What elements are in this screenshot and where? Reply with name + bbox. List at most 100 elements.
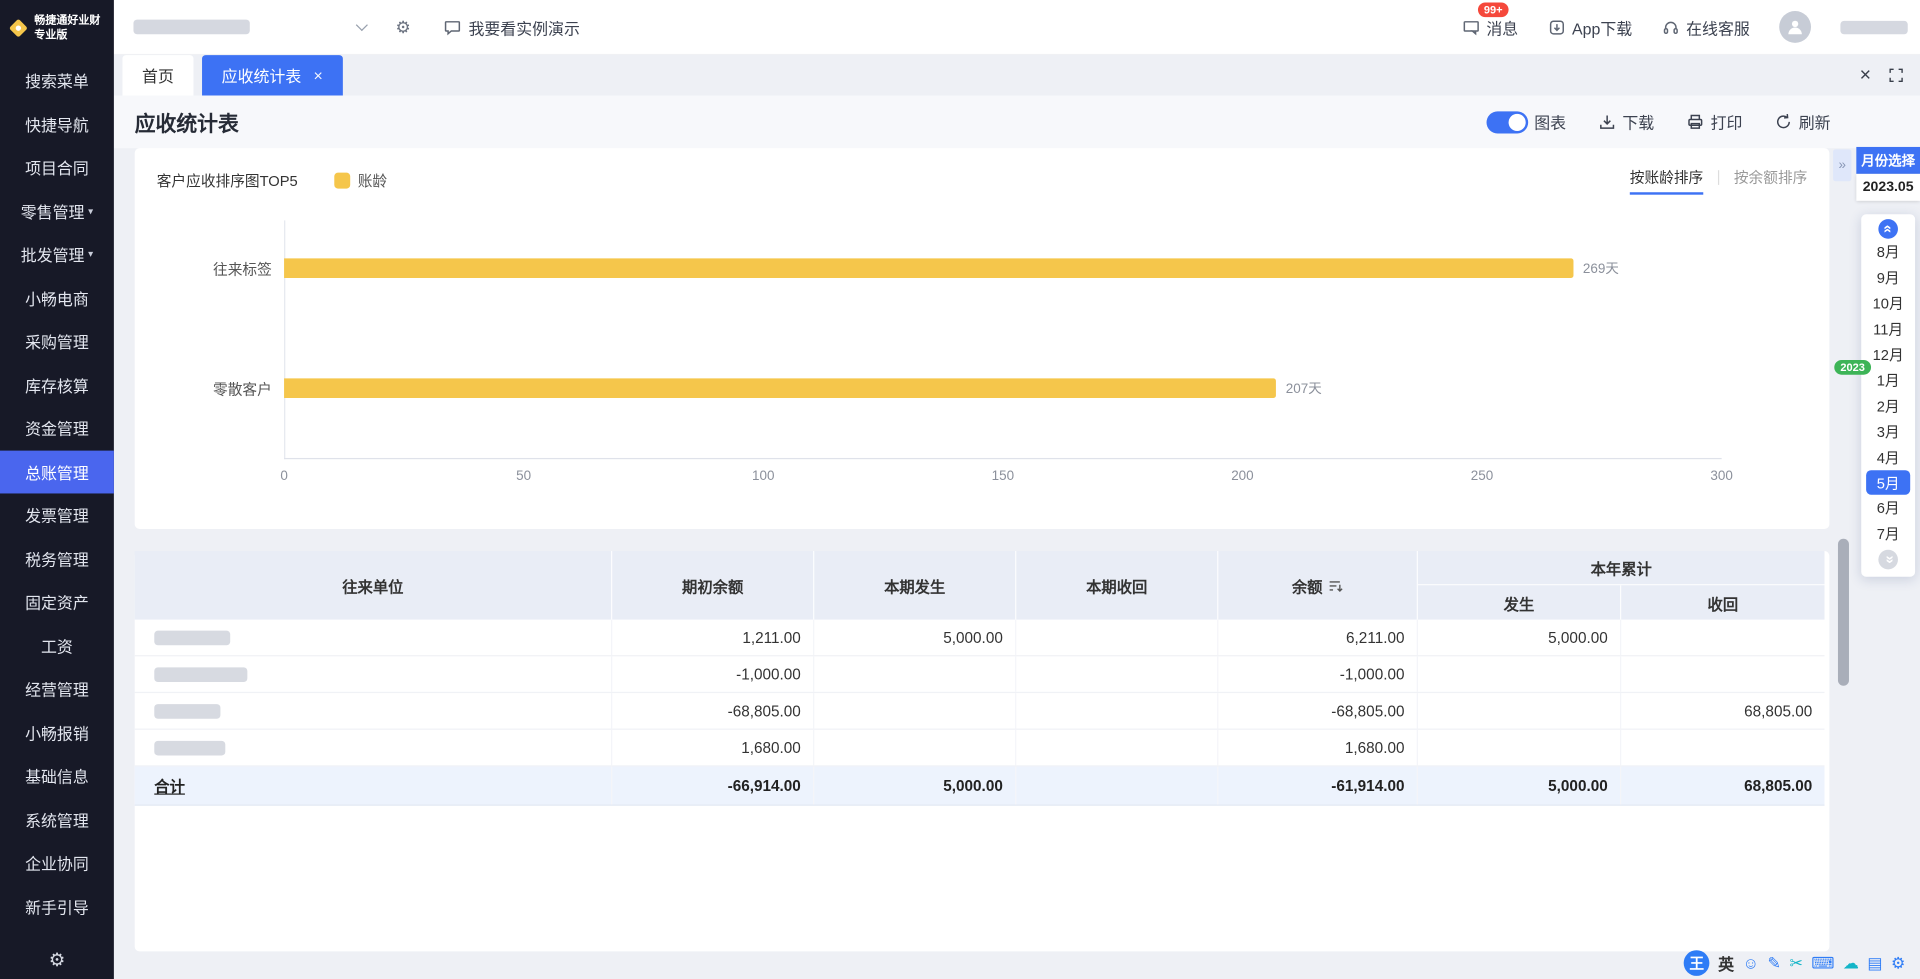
sidebar-item-wholesale-mgmt[interactable]: 批发管理▾ bbox=[0, 233, 114, 276]
sidebar-nav: 搜索菜单 快捷导航 项目合同 零售管理▾ 批发管理▾ 小畅电商 采购管理 库存核… bbox=[0, 59, 114, 928]
sidebar-item-retail-mgmt[interactable]: 零售管理▾ bbox=[0, 189, 114, 232]
current-period: 2023.05 bbox=[1856, 174, 1920, 201]
month-item-feb[interactable]: 2月 bbox=[1861, 393, 1915, 419]
bar-category-label: 往来标签 bbox=[213, 258, 272, 279]
cloud-icon[interactable]: ☁ bbox=[1843, 953, 1859, 973]
redacted-customer-name bbox=[154, 740, 225, 755]
month-selector-title[interactable]: 月份选择 bbox=[1856, 147, 1920, 174]
settings-icon[interactable]: ⚙ bbox=[1891, 953, 1905, 973]
demo-link-label: 我要看实例演示 bbox=[468, 15, 579, 38]
panel-collapse-button[interactable]: » bbox=[1833, 149, 1851, 181]
chart-bar[interactable] bbox=[284, 378, 1276, 398]
user-avatar[interactable] bbox=[1779, 11, 1811, 43]
sidebar-item-expense[interactable]: 小畅报销 bbox=[0, 711, 114, 754]
demo-link[interactable]: 我要看实例演示 bbox=[443, 15, 580, 38]
handwriting-icon[interactable]: ✎ bbox=[1768, 953, 1781, 973]
tab-home[interactable]: 首页 bbox=[122, 55, 193, 95]
tab-tools: × bbox=[1860, 55, 1920, 95]
sidebar-item-funds-mgmt[interactable]: 资金管理 bbox=[0, 407, 114, 450]
refresh-button[interactable]: 刷新 bbox=[1774, 110, 1830, 133]
scroll-up-button[interactable]: « bbox=[1878, 219, 1898, 239]
keyboard-icon[interactable]: ⌨ bbox=[1811, 953, 1834, 973]
sidebar-item-system-mgmt[interactable]: 系统管理 bbox=[0, 798, 114, 841]
month-item-jun[interactable]: 6月 bbox=[1861, 495, 1915, 521]
month-item-may-active[interactable]: 5月 bbox=[1866, 470, 1910, 494]
sidebar-item-label: 税务管理 bbox=[25, 547, 89, 570]
sidebar-item-enterprise-collab[interactable]: 企业协同 bbox=[0, 841, 114, 884]
chart-toggle-switch[interactable] bbox=[1486, 111, 1528, 133]
close-tabs-icon[interactable]: × bbox=[1860, 64, 1871, 86]
online-service-button[interactable]: 在线客服 bbox=[1662, 15, 1750, 38]
chart-title: 客户应收排序图TOP5 bbox=[157, 170, 298, 191]
sidebar-item-label: 搜索菜单 bbox=[25, 69, 89, 92]
bar-value-label: 207天 bbox=[1286, 378, 1322, 398]
x-tick-label: 50 bbox=[516, 469, 531, 484]
header-ytd-received: 收回 bbox=[1621, 585, 1824, 619]
table-total-row: 合计 -66,914.00 5,000.00 -61,914.00 5,000.… bbox=[135, 767, 1825, 806]
online-service-label: 在线客服 bbox=[1686, 15, 1750, 38]
header-balance-label: 余额 bbox=[1292, 574, 1323, 597]
tab-close-icon[interactable]: × bbox=[314, 66, 323, 84]
sidebar-item-project-contract[interactable]: 项目合同 bbox=[0, 146, 114, 189]
month-item-oct[interactable]: 10月 bbox=[1861, 290, 1915, 316]
cell-balance: -1,000.00 bbox=[1218, 656, 1418, 692]
chart-bar[interactable] bbox=[284, 258, 1573, 278]
cell-opening-balance: 1,680.00 bbox=[612, 730, 814, 766]
sidebar-item-fixed-assets[interactable]: 固定资产 bbox=[0, 580, 114, 623]
sidebar-item-beginner-guide[interactable]: 新手引导 bbox=[0, 885, 114, 928]
print-button[interactable]: 打印 bbox=[1686, 110, 1742, 133]
bar-chart-plot: 往来标签 269天 零散客户 207天 bbox=[284, 207, 1722, 459]
total-ytd-received: 68,805.00 bbox=[1621, 767, 1824, 805]
month-item-mar[interactable]: 3月 bbox=[1861, 419, 1915, 445]
bar-value-label: 269天 bbox=[1583, 258, 1619, 278]
sidebar-item-base-info[interactable]: 基础信息 bbox=[0, 754, 114, 797]
sidebar-item-label: 固定资产 bbox=[25, 591, 89, 614]
vertical-scrollbar-thumb[interactable] bbox=[1838, 539, 1849, 686]
fullscreen-icon[interactable] bbox=[1888, 67, 1904, 83]
sidebar-item-quick-nav[interactable]: 快捷导航 bbox=[0, 102, 114, 145]
messages-button[interactable]: 99+ 消息 bbox=[1462, 15, 1518, 38]
app-download-button[interactable]: App下载 bbox=[1548, 15, 1633, 38]
sidebar-settings-gear-icon[interactable]: ⚙ bbox=[0, 949, 114, 971]
sidebar-item-inventory-accounting[interactable]: 库存核算 bbox=[0, 363, 114, 406]
month-item-sep[interactable]: 9月 bbox=[1861, 264, 1915, 290]
month-item-jul[interactable]: 7月 bbox=[1861, 520, 1915, 546]
emoji-icon[interactable]: ☺ bbox=[1743, 954, 1759, 972]
sidebar-item-tax-mgmt[interactable]: 税务管理 bbox=[0, 537, 114, 580]
sidebar-item-label: 发票管理 bbox=[25, 504, 89, 527]
sidebar-item-label: 经营管理 bbox=[25, 677, 89, 700]
sidebar-item-purchase-mgmt[interactable]: 采购管理 bbox=[0, 320, 114, 363]
ime-language-indicator[interactable]: 英 bbox=[1718, 951, 1734, 974]
topbar-gear-icon[interactable]: ⚙ bbox=[396, 17, 411, 38]
redacted-customer-name bbox=[154, 667, 247, 682]
company-selector[interactable] bbox=[133, 20, 366, 35]
sidebar-item-label: 小畅电商 bbox=[25, 286, 89, 309]
total-balance: -61,914.00 bbox=[1218, 767, 1418, 805]
download-button[interactable]: 下载 bbox=[1598, 110, 1654, 133]
cell-ytd-incurred: 5,000.00 bbox=[1418, 620, 1621, 656]
header-current-received: 本期收回 bbox=[1016, 551, 1218, 620]
sort-icon[interactable] bbox=[1327, 577, 1343, 593]
tab-receivable-report[interactable]: 应收统计表 × bbox=[202, 55, 342, 95]
sidebar: 畅捷通好业财 专业版 搜索菜单 快捷导航 项目合同 零售管理▾ 批发管理▾ 小畅… bbox=[0, 0, 114, 979]
app-download-label: App下载 bbox=[1572, 15, 1632, 38]
ime-logo-icon[interactable]: 王 bbox=[1684, 950, 1710, 976]
sidebar-item-search-menu[interactable]: 搜索菜单 bbox=[0, 59, 114, 102]
month-item-apr[interactable]: 4月 bbox=[1861, 444, 1915, 470]
sidebar-item-ecommerce[interactable]: 小畅电商 bbox=[0, 276, 114, 319]
month-item-nov[interactable]: 11月 bbox=[1861, 316, 1915, 342]
sidebar-item-business-mgmt[interactable]: 经营管理 bbox=[0, 667, 114, 710]
sidebar-item-general-ledger[interactable]: 总账管理 bbox=[0, 450, 114, 493]
scroll-down-button[interactable]: « bbox=[1878, 550, 1898, 570]
skin-icon[interactable]: ▤ bbox=[1867, 953, 1882, 973]
app-download-icon bbox=[1548, 18, 1566, 36]
month-item-aug[interactable]: 8月 bbox=[1861, 239, 1915, 265]
sidebar-item-invoice-mgmt[interactable]: 发票管理 bbox=[0, 493, 114, 536]
brand-name: 畅捷通好业财 bbox=[34, 14, 100, 28]
sidebar-item-payroll[interactable]: 工资 bbox=[0, 624, 114, 667]
screenshot-icon[interactable]: ✂ bbox=[1789, 953, 1802, 973]
total-label[interactable]: 合计 bbox=[154, 774, 185, 797]
sort-by-aging-tab[interactable]: 按账龄排序 bbox=[1630, 166, 1703, 194]
sort-by-balance-tab[interactable]: 按余额排序 bbox=[1734, 166, 1807, 194]
redacted-user-name bbox=[1840, 20, 1907, 33]
